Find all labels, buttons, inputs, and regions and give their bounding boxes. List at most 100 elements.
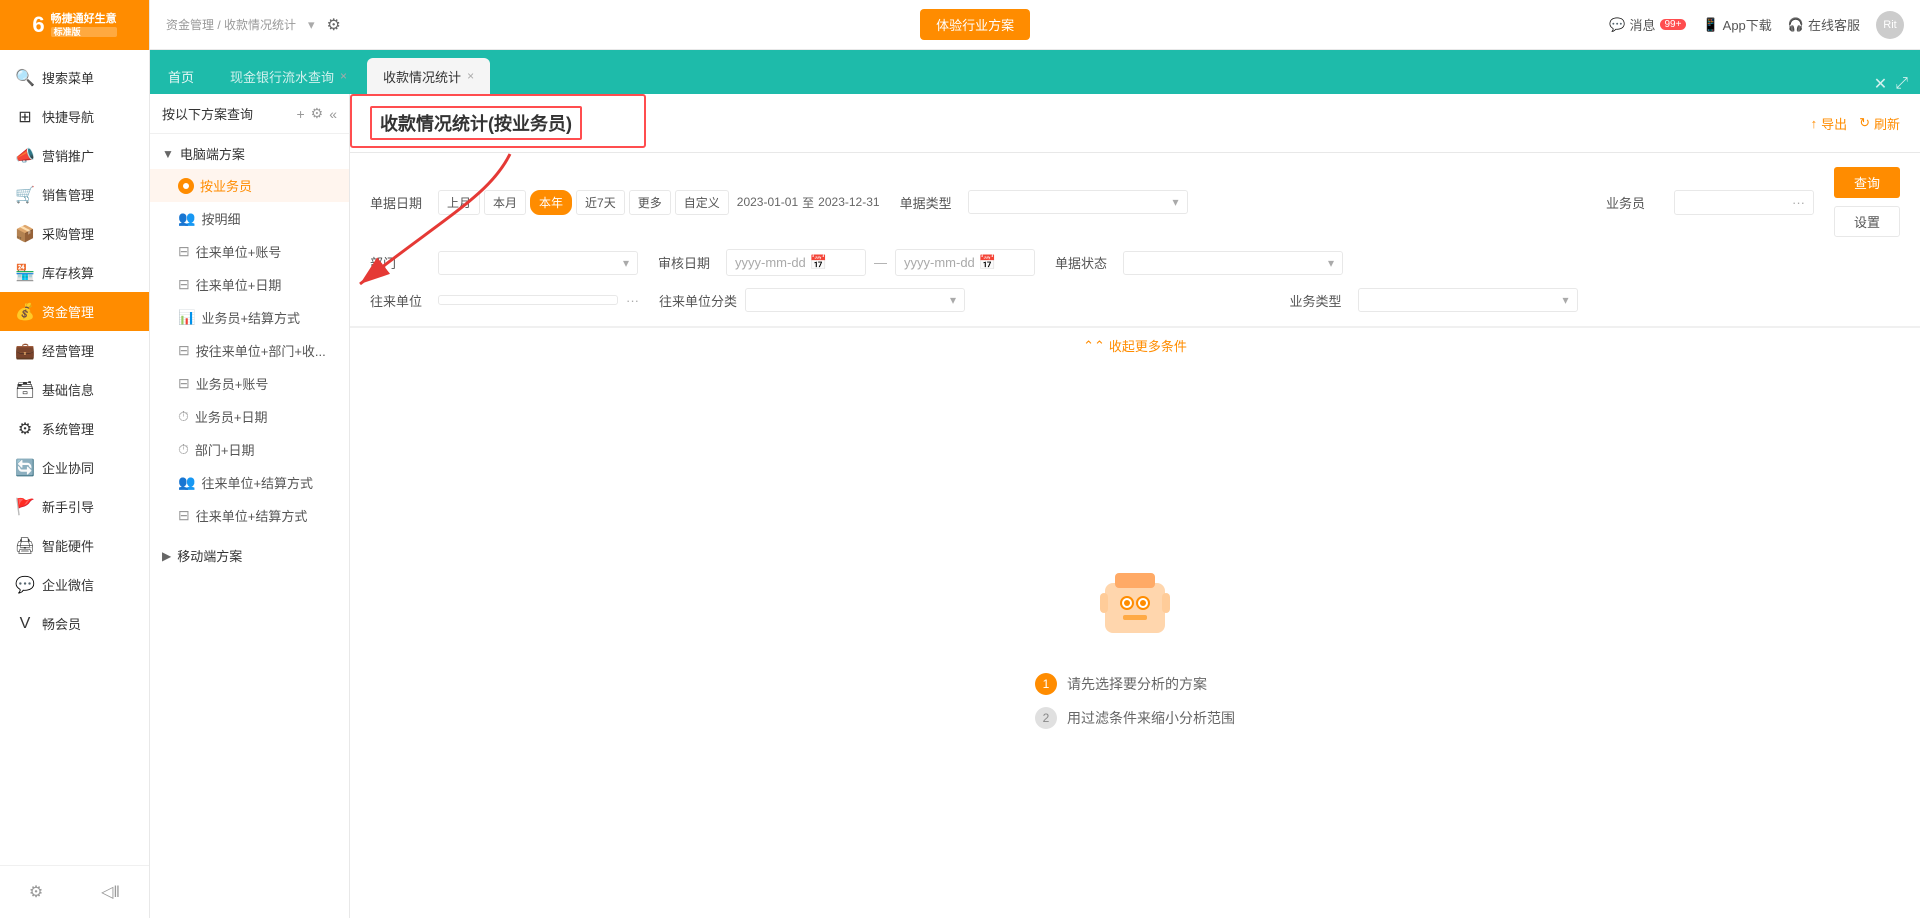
table-icon-3: ⊟ [178, 342, 190, 359]
scheme-item-salesperson-date[interactable]: ⏱ 业务员+日期 [150, 400, 349, 433]
trial-button[interactable]: 体验行业方案 [920, 9, 1030, 40]
table-icon-5: ⊟ [178, 507, 190, 524]
collapse-bar[interactable]: ⌃⌃ 收起更多条件 [350, 327, 1920, 363]
refresh-btn[interactable]: ↻ 刷新 [1859, 114, 1900, 133]
partner-input[interactable] [438, 295, 618, 305]
mobile-section-header[interactable]: ▶ 移动端方案 [150, 540, 349, 571]
review-date-start-input[interactable]: yyyy-mm-dd 📅 [726, 249, 866, 276]
scheme-item-salesperson-payment[interactable]: 📊 业务员+结算方式 [150, 301, 349, 334]
gear-icon-header[interactable]: ⚙ [327, 15, 341, 35]
sidebar-item-inventory[interactable]: 🏪 库存核算 [0, 253, 149, 292]
message-icon: 💬 [1609, 17, 1625, 33]
date-btn-custom[interactable]: 自定义 [675, 190, 729, 215]
sidebar-item-collab[interactable]: 🔄 企业协同 [0, 448, 149, 487]
scheme-item-partner-account[interactable]: ⊟ 往来单位+账号 [150, 235, 349, 268]
scheme-item-partner-payment-2[interactable]: ⊟ 往来单位+结算方式 [150, 499, 349, 532]
online-service-btn[interactable]: 🎧 在线客服 [1788, 15, 1860, 34]
sidebar-item-label: 基础信息 [42, 380, 94, 399]
doctype-select[interactable]: ▾ [968, 190, 1188, 214]
scheme-item-salesperson[interactable]: 按业务员 [150, 169, 349, 202]
sidebar-item-hardware[interactable]: 🖨 智能硬件 [0, 526, 149, 565]
partner-more-btn[interactable]: ··· [626, 293, 639, 308]
settings-bottom-icon[interactable]: ⚙ [23, 876, 49, 908]
add-scheme-btn[interactable]: + [296, 106, 304, 122]
collapse-sidebar-icon[interactable]: ◁‖ [95, 876, 126, 908]
wechat-icon: 💬 [16, 576, 34, 594]
partner-cat-select[interactable]: ▾ [745, 288, 965, 312]
table-icon-1: ⊟ [178, 243, 190, 260]
receivables-tab-close[interactable]: × [467, 69, 474, 83]
user-label: Rit [1883, 19, 1896, 31]
date-range-dash: — [874, 255, 887, 270]
scheme-settings-btn[interactable]: ⚙ [311, 105, 324, 122]
dept-label: 部门 [370, 253, 430, 272]
header-left: 资金管理 / 收款情况统计 ▾ ⚙ [166, 15, 341, 35]
calendar-icon-2[interactable]: 📅 [979, 254, 996, 271]
date-btn-last-month[interactable]: 上月 [438, 190, 480, 215]
scheme-item-partner-date[interactable]: ⊟ 往来单位+日期 [150, 268, 349, 301]
sidebar-item-operations[interactable]: 💼 经营管理 [0, 331, 149, 370]
export-btn[interactable]: ↑ 导出 [1811, 114, 1848, 133]
docstatus-select[interactable]: ▾ [1123, 251, 1343, 275]
query-button[interactable]: 查询 [1834, 167, 1900, 198]
tab-home[interactable]: 首页 [152, 58, 210, 94]
collapse-panel-btn[interactable]: « [329, 106, 337, 122]
messages-label: 消息 [1629, 15, 1655, 34]
download-icon: 📱 [1702, 17, 1718, 33]
calendar-icon-1[interactable]: 📅 [810, 254, 827, 271]
dept-select[interactable]: ▾ [438, 251, 638, 275]
date-btn-this-month[interactable]: 本月 [484, 190, 526, 215]
sidebar-item-label: 库存核算 [42, 263, 94, 282]
app-logo: 6 畅捷通好生意 标准版 [0, 0, 149, 50]
tab-bank-flow[interactable]: 现金银行流水查询 × [214, 58, 363, 94]
sidebar-item-sales[interactable]: 🛒 销售管理 [0, 175, 149, 214]
user-avatar[interactable]: Rit [1876, 11, 1904, 39]
scheme-item-partner-dept-collect[interactable]: ⊟ 按往来单位+部门+收... [150, 334, 349, 367]
chevron-down-icon[interactable]: ▾ [308, 17, 315, 33]
maximize-window-icon[interactable]: ⤢ [1895, 75, 1908, 93]
sidebar-item-purchase[interactable]: 📦 采购管理 [0, 214, 149, 253]
close-window-icon[interactable]: ✕ [1874, 74, 1887, 94]
biztype-label: 业务类型 [1290, 291, 1350, 310]
salesperson-select[interactable]: ··· [1674, 190, 1814, 215]
sidebar-item-marketing[interactable]: 📣 营销推广 [0, 136, 149, 175]
empty-step-1: 1 请先选择要分析的方案 [1035, 673, 1235, 695]
sidebar-item-basicinfo[interactable]: 🗃 基础信息 [0, 370, 149, 409]
filter-settings-button[interactable]: 设置 [1834, 206, 1900, 237]
date-btn-this-year[interactable]: 本年 [530, 190, 572, 215]
scheme-label: 往来单位+日期 [196, 275, 282, 294]
bank-flow-tab-close[interactable]: × [340, 69, 347, 83]
scheme-item-detail[interactable]: 👥 按明细 [150, 202, 349, 235]
chevron-down-icon-doctype: ▾ [1173, 195, 1179, 209]
date-btn-more[interactable]: 更多 [629, 190, 671, 215]
sidebar-item-wechat[interactable]: 💬 企业微信 [0, 565, 149, 604]
scheme-label: 往来单位+结算方式 [196, 506, 308, 525]
review-date-end-input[interactable]: yyyy-mm-dd 📅 [895, 249, 1035, 276]
salesperson-label: 业务员 [1606, 193, 1666, 212]
mobile-section-label: 移动端方案 [177, 546, 242, 565]
date-btn-7days[interactable]: 近7天 [576, 190, 625, 215]
sidebar-item-member[interactable]: V 畅会员 [0, 604, 149, 643]
sidebar-item-search[interactable]: 🔍 搜索菜单 [0, 58, 149, 97]
service-label: 在线客服 [1808, 15, 1860, 34]
scheme-label: 往来单位+结算方式 [201, 473, 313, 492]
sidebar-item-system[interactable]: ⚙ 系统管理 [0, 409, 149, 448]
chevron-down-icon-docstatus: ▾ [1328, 256, 1334, 270]
app-download-btn[interactable]: 📱 App下载 [1702, 15, 1771, 34]
tab-receivables[interactable]: 收款情况统计 × [367, 58, 490, 94]
page-title-actions: ↑ 导出 ↻ 刷新 [1811, 114, 1900, 133]
partner-cat-label: 往来单位分类 [659, 291, 737, 310]
sidebar-item-finance[interactable]: 💰 资金管理 [0, 292, 149, 331]
scheme-item-partner-payment-1[interactable]: 👥 往来单位+结算方式 [150, 466, 349, 499]
biztype-select[interactable]: ▾ [1358, 288, 1578, 312]
sidebar-item-quicknav[interactable]: ⊞ 快捷导航 [0, 97, 149, 136]
mobile-schemes-section: ▶ 移动端方案 [150, 536, 349, 575]
date-start: 2023-01-01 [737, 195, 798, 209]
scheme-item-salesperson-account[interactable]: ⊟ 业务员+账号 [150, 367, 349, 400]
sidebar-item-label: 营销推广 [42, 146, 94, 165]
desktop-section-header[interactable]: ▼ 电脑端方案 [150, 138, 349, 169]
scheme-item-dept-date[interactable]: ⏱ 部门+日期 [150, 433, 349, 466]
sidebar-item-guide[interactable]: 🚩 新手引导 [0, 487, 149, 526]
messages-btn[interactable]: 💬 消息 99+ [1609, 15, 1686, 34]
logo-char: 6 [32, 12, 44, 38]
